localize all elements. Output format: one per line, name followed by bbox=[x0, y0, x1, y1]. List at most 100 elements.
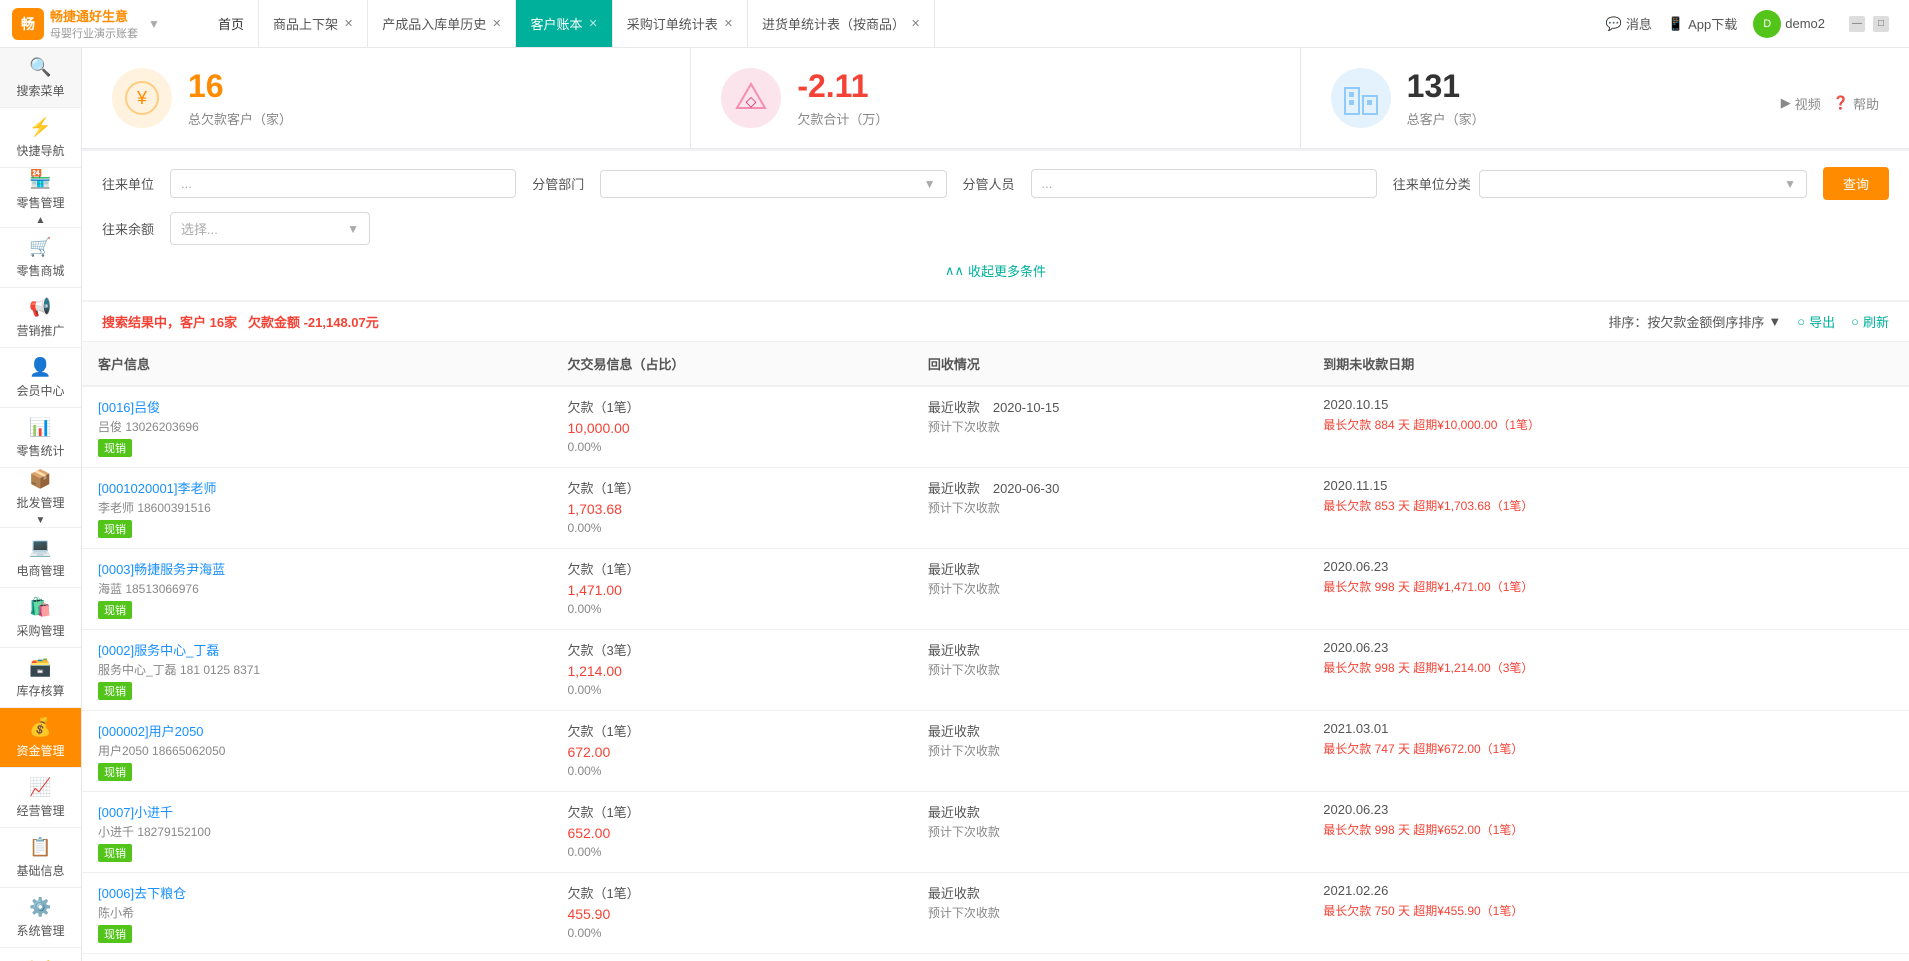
sidebar-item-capital[interactable]: 💰 资金管理 bbox=[0, 708, 81, 768]
customer-name-0[interactable]: [0016]吕俊 bbox=[98, 397, 535, 416]
customer-name-4[interactable]: [000002]用户2050 bbox=[98, 721, 535, 740]
user-menu[interactable]: D demo2 bbox=[1753, 10, 1825, 38]
message-btn[interactable]: 💬 消息 bbox=[1606, 14, 1652, 33]
refresh-btn[interactable]: ○ 刷新 bbox=[1851, 312, 1889, 331]
sidebar-item-retail-mall[interactable]: 🛒 零售商城 bbox=[0, 228, 81, 288]
cell-return-6: 最近收款 预计下次收款 bbox=[912, 873, 1307, 954]
return-label-6: 最近收款 bbox=[928, 883, 1291, 902]
top-bar: 畅 畅捷通好生意 母婴行业演示账套 ▼ 首页 商品上下架 ✕ 产成品入库单历史 … bbox=[0, 0, 1909, 48]
customer-name-2[interactable]: [0003]畅捷服务尹海蓝 bbox=[98, 559, 535, 578]
sort-select[interactable]: 排序：按欠款金额倒序排序 ▼ bbox=[1608, 312, 1781, 331]
app-icon: 📱 bbox=[1668, 16, 1684, 32]
due-detail-6: 最长欠款 750 天 超期¥455.90（1笔） bbox=[1323, 902, 1893, 919]
minimize-btn[interactable]: — bbox=[1849, 16, 1865, 32]
sidebar-item-search[interactable]: 🔍 搜索菜单 bbox=[0, 48, 81, 108]
chevron-down-icon: ▼ bbox=[36, 515, 46, 526]
sidebar-item-batch[interactable]: 📦 批发管理 ▼ bbox=[0, 468, 81, 528]
chevron-up-collapse-icon: ∧∧ bbox=[945, 263, 964, 279]
cell-due-1: 2020.11.15 最长欠款 853 天 超期¥1,703.68（1笔） bbox=[1307, 468, 1909, 549]
cell-return-5: 最近收款 预计下次收款 bbox=[912, 792, 1307, 873]
tab-close-stock-stats[interactable]: ✕ bbox=[911, 17, 920, 30]
col-customer-info: 客户信息 bbox=[82, 342, 551, 386]
sidebar: 🔍 搜索菜单 ⚡ 快捷导航 🏪 零售管理 ▲ 🛒 零售商城 📢 营销推广 👤 会… bbox=[0, 48, 82, 961]
sidebar-item-inventory[interactable]: 🗃️ 库存核算 bbox=[0, 648, 81, 708]
cell-customer-6: [0006]去下粮仓 陈小希 现销 bbox=[82, 873, 551, 954]
customer-contact-0: 吕俊 13026203696 bbox=[98, 418, 535, 435]
enterprise-icon: 🤝 bbox=[29, 957, 51, 961]
basic-info-icon: 📋 bbox=[29, 837, 51, 858]
table-row: [000002]用户2050 用户2050 18665062050 现销 欠款（… bbox=[82, 711, 1909, 792]
sidebar-item-member[interactable]: 👤 会员中心 bbox=[0, 348, 81, 408]
sidebar-item-quick-nav[interactable]: ⚡ 快捷导航 bbox=[0, 108, 81, 168]
return-next-4: 预计下次收款 bbox=[928, 742, 1291, 759]
sidebar-item-marketing[interactable]: 📢 营销推广 bbox=[0, 288, 81, 348]
dept-select[interactable]: ▼ bbox=[600, 170, 946, 198]
window-controls: — □ bbox=[1841, 16, 1897, 32]
tab-purchase-order[interactable]: 采购订单统计表 ✕ bbox=[613, 0, 748, 47]
export-btn[interactable]: ○ 导出 bbox=[1797, 312, 1835, 331]
results-summary: 搜索结果中，客户 16家 欠款金额 -21,148.07元 bbox=[102, 312, 379, 331]
balance-select[interactable]: 选择... ▼ bbox=[170, 212, 370, 245]
sidebar-item-retail-stats[interactable]: 📊 零售统计 bbox=[0, 408, 81, 468]
tab-customer-account[interactable]: 客户账本 ✕ bbox=[516, 0, 612, 47]
customer-name-3[interactable]: [0002]服务中心_丁磊 bbox=[98, 640, 535, 659]
cell-debt-2: 欠款（1笔） 1,471.00 0.00% bbox=[551, 549, 911, 630]
stat-icon-amount: ◇ bbox=[721, 68, 781, 128]
sidebar-item-retail[interactable]: 🏪 零售管理 ▲ bbox=[0, 168, 81, 228]
tab-close-customer-account[interactable]: ✕ bbox=[589, 17, 598, 30]
tab-product-off[interactable]: 商品上下架 ✕ bbox=[259, 0, 368, 47]
stat-value-debt-amount: -2.11 bbox=[797, 68, 888, 105]
video-btn[interactable]: ▶ 视频 bbox=[1781, 94, 1821, 113]
debt-amount-5: 652.00 bbox=[567, 825, 895, 841]
stat-info-total: 131 总客户（家） bbox=[1407, 68, 1485, 128]
marketing-icon: 📢 bbox=[29, 297, 51, 318]
customer-contact-5: 小进千 18279152100 bbox=[98, 823, 535, 840]
filter-manager: 分管人员 ... bbox=[963, 169, 1377, 198]
customer-name-6[interactable]: [0006]去下粮仓 bbox=[98, 883, 535, 902]
logo-text: 畅捷通好生意 母婴行业演示账套 bbox=[50, 6, 138, 41]
tab-stock-stats[interactable]: 进货单统计表（按商品） ✕ bbox=[748, 0, 935, 47]
maximize-btn[interactable]: □ bbox=[1873, 16, 1889, 32]
tab-production-history[interactable]: 产成品入库单历史 ✕ bbox=[368, 0, 516, 47]
tab-home[interactable]: 首页 bbox=[204, 0, 259, 47]
from-unit-input[interactable]: ... bbox=[170, 169, 516, 198]
sidebar-item-purchase[interactable]: 🛍️ 采购管理 bbox=[0, 588, 81, 648]
cell-due-4: 2021.03.01 最长欠款 747 天 超期¥672.00（1笔） bbox=[1307, 711, 1909, 792]
tab-close-production-history[interactable]: ✕ bbox=[492, 17, 501, 30]
manager-input[interactable]: ... bbox=[1031, 169, 1377, 198]
member-icon: 👤 bbox=[29, 357, 51, 378]
logo-dropdown-icon[interactable]: ▼ bbox=[148, 17, 160, 31]
app-download-btn[interactable]: 📱 App下载 bbox=[1668, 14, 1737, 33]
due-detail-0: 最长欠款 884 天 超期¥10,000.00（1笔） bbox=[1323, 416, 1893, 433]
tab-close-purchase-order[interactable]: ✕ bbox=[724, 17, 733, 30]
tab-close-product-off[interactable]: ✕ bbox=[344, 17, 353, 30]
cell-debt-4: 欠款（1笔） 672.00 0.00% bbox=[551, 711, 911, 792]
return-label-5: 最近收款 bbox=[928, 802, 1291, 821]
export-icon: ○ bbox=[1797, 314, 1805, 329]
query-button[interactable]: 查询 bbox=[1823, 167, 1889, 200]
cell-debt-3: 欠款（3笔） 1,214.00 0.00% bbox=[551, 630, 911, 711]
unit-category-select[interactable]: ▼ bbox=[1479, 170, 1807, 198]
customer-name-5[interactable]: [0007]小进千 bbox=[98, 802, 535, 821]
sidebar-item-ecommerce[interactable]: 💻 电商管理 bbox=[0, 528, 81, 588]
main-layout: 🔍 搜索菜单 ⚡ 快捷导航 🏪 零售管理 ▲ 🛒 零售商城 📢 营销推广 👤 会… bbox=[0, 48, 1909, 961]
sidebar-item-enterprise[interactable]: 🤝 企业协同 bbox=[0, 948, 81, 961]
table-row: [0016]吕俊 吕俊 13026203696 现销 欠款（1笔） 10,000… bbox=[82, 386, 1909, 468]
collapse-btn[interactable]: ∧∧ 收起更多条件 bbox=[102, 257, 1889, 284]
return-label-2: 最近收款 bbox=[928, 559, 1291, 578]
filter-from-unit-label: 往来单位 bbox=[102, 174, 162, 193]
customer-tag-4: 现销 bbox=[98, 763, 132, 781]
due-date-2: 2020.06.23 bbox=[1323, 559, 1893, 574]
sidebar-item-business[interactable]: 📈 经营管理 bbox=[0, 768, 81, 828]
debt-count-4: 欠款（1笔） bbox=[567, 721, 895, 740]
help-btn[interactable]: ❓ 帮助 bbox=[1833, 94, 1879, 113]
cell-debt-1: 欠款（1笔） 1,703.68 0.00% bbox=[551, 468, 911, 549]
sidebar-item-system[interactable]: ⚙️ 系统管理 bbox=[0, 888, 81, 948]
customer-tag-3: 现销 bbox=[98, 682, 132, 700]
sidebar-item-basic-info[interactable]: 📋 基础信息 bbox=[0, 828, 81, 888]
stat-debt-customers: ¥ 16 总欠款客户（家） bbox=[82, 48, 691, 148]
cell-customer-0: [0016]吕俊 吕俊 13026203696 现销 bbox=[82, 386, 551, 468]
stat-right-actions: ▶ 视频 ❓ 帮助 bbox=[1781, 84, 1879, 113]
cell-return-7: 最近收款 预计下次收款 bbox=[912, 954, 1307, 961]
customer-name-1[interactable]: [0001020001]李老师 bbox=[98, 478, 535, 497]
